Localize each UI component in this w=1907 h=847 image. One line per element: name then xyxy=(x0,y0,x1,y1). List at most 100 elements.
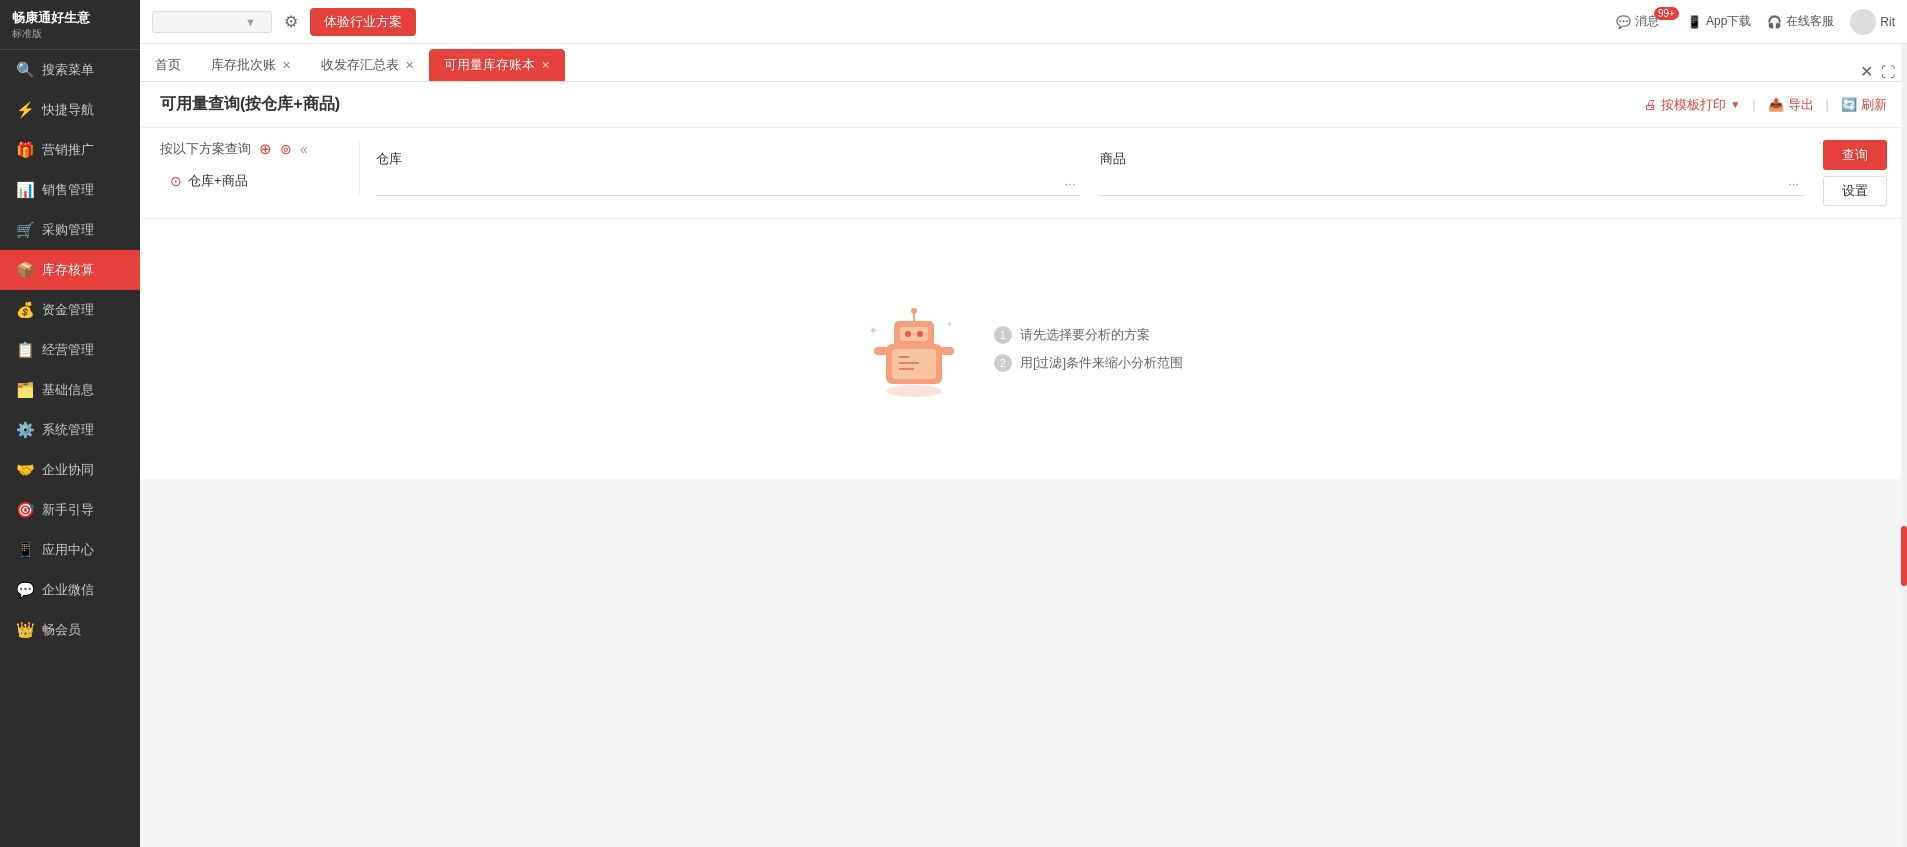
sidebar-label-appstore: 应用中心 xyxy=(42,541,94,559)
sidebar-item-system[interactable]: ⚙️ 系统管理 xyxy=(0,410,140,450)
print-icon: 🖨 xyxy=(1644,97,1657,112)
product-more-icon[interactable]: ··· xyxy=(1784,176,1803,191)
print-label: 按模板打印 xyxy=(1661,96,1726,114)
sidebar-label-basic: 基础信息 xyxy=(42,381,94,399)
tabs-resize-icon[interactable]: ⛶ xyxy=(1881,64,1895,80)
tab-receive_summary[interactable]: 收发存汇总表 ✕ xyxy=(306,49,429,81)
sidebar-label-marketing: 营销推广 xyxy=(42,141,94,159)
sidebar-item-enterprise[interactable]: 🤝 企业协同 xyxy=(0,450,140,490)
sidebar-item-guide[interactable]: 🎯 新手引导 xyxy=(0,490,140,530)
topbar-gear-icon[interactable]: ⚙ xyxy=(280,8,302,35)
svg-rect-13 xyxy=(940,347,954,355)
collapse-filter-icon[interactable]: « xyxy=(300,141,308,157)
sidebar-item-member[interactable]: 👑 畅会员 xyxy=(0,610,140,650)
sidebar-item-search[interactable]: 🔍 搜索菜单 xyxy=(0,50,140,90)
sidebar-item-inventory[interactable]: 📦 库存核算 xyxy=(0,250,140,290)
topbar-trial-button[interactable]: 体验行业方案 xyxy=(310,8,416,36)
topbar-service-label: 在线客服 xyxy=(1786,13,1834,30)
right-scrollbar[interactable] xyxy=(1901,44,1907,847)
sidebar-label-operation: 经营管理 xyxy=(42,341,94,359)
sidebar-label-purchase: 采购管理 xyxy=(42,221,94,239)
sidebar-item-purchase[interactable]: 🛒 采购管理 xyxy=(0,210,140,250)
sidebar-item-wechat[interactable]: 💬 企业微信 xyxy=(0,570,140,610)
filter-scheme-title: 按以下方案查询 ⊕ ⊚ « xyxy=(160,140,343,158)
sidebar-label-guide: 新手引导 xyxy=(42,501,94,519)
sidebar-logo: 畅康通好生意 标准版 xyxy=(0,0,140,50)
sidebar-item-shortcut[interactable]: ⚡ 快捷导航 xyxy=(0,90,140,130)
sidebar-label-shortcut: 快捷导航 xyxy=(42,101,94,119)
settings-scheme-icon[interactable]: ⊚ xyxy=(280,141,292,157)
refresh-button[interactable]: 🔄 刷新 xyxy=(1841,96,1887,114)
print-button[interactable]: 🖨 按模板打印 ▼ xyxy=(1644,96,1740,114)
topbar: ▼ ⚙ 体验行业方案 💬 消息 99+ 📱 App下载 🎧 在线客服 Rit xyxy=(140,0,1907,44)
tab-batch_ledger[interactable]: 库存批次账✕ xyxy=(196,49,306,81)
tab-close-receive_summary[interactable]: ✕ xyxy=(405,59,414,72)
empty-tip-1: 1 请先选择要分析的方案 xyxy=(994,326,1183,344)
sidebar-icon-guide: 🎯 xyxy=(16,501,34,519)
sidebar: 畅康通好生意 标准版 🔍 搜索菜单 ⚡ 快捷导航 🎁 营销推广 📊 销售管理 🛒… xyxy=(0,0,140,847)
sidebar-item-appstore[interactable]: 📱 应用中心 xyxy=(0,530,140,570)
export-button[interactable]: 📤 导出 xyxy=(1768,96,1814,114)
tab-home[interactable]: 首页 xyxy=(140,49,196,81)
warehouse-more-icon[interactable]: ··· xyxy=(1061,176,1080,191)
query-button[interactable]: 查询 xyxy=(1823,140,1887,170)
topbar-search-box[interactable]: ▼ xyxy=(152,11,272,33)
print-dropdown-icon[interactable]: ▼ xyxy=(1730,99,1740,110)
tab-close-available_ledger[interactable]: ✕ xyxy=(541,59,550,72)
filter-field-product: 商品 ··· xyxy=(1100,150,1804,196)
topbar-app-download-btn[interactable]: 📱 App下载 xyxy=(1687,13,1751,30)
topbar-user-btn[interactable]: Rit xyxy=(1850,9,1895,35)
topbar-message-btn[interactable]: 💬 消息 99+ xyxy=(1616,13,1671,30)
empty-tips: 1 请先选择要分析的方案 2 用[过滤]条件来缩小分析范围 xyxy=(994,326,1183,372)
page-title: 可用量查询(按仓库+商品) xyxy=(160,94,340,115)
scrollbar-thumb[interactable] xyxy=(1901,526,1907,586)
svg-rect-12 xyxy=(874,347,888,355)
close-all-tabs-icon[interactable]: ✕ xyxy=(1860,62,1873,81)
product-field-label: 商品 xyxy=(1100,150,1804,168)
tab-label-receive_summary: 收发存汇总表 xyxy=(321,56,399,74)
sidebar-item-finance[interactable]: 💰 资金管理 xyxy=(0,290,140,330)
topbar-search-dropdown-icon[interactable]: ▼ xyxy=(245,16,256,28)
page-header: 可用量查询(按仓库+商品) 🖨 按模板打印 ▼ | 📤 导出 | 🔄 刷新 xyxy=(140,82,1907,128)
sidebar-item-sales[interactable]: 📊 销售管理 xyxy=(0,170,140,210)
tabs-close-area: ✕ ⛶ xyxy=(1848,62,1907,81)
settings-button[interactable]: 设置 xyxy=(1823,176,1887,206)
sidebar-label-wechat: 企业微信 xyxy=(42,581,94,599)
filter-field-warehouse: 仓库 ··· xyxy=(376,150,1080,196)
headset-icon: 🎧 xyxy=(1767,15,1782,29)
warehouse-field-label: 仓库 xyxy=(376,150,1080,168)
empty-state: ✦ ✦ 1 请先选择要分析的方案 2 用[过滤]条件来缩小分析范围 xyxy=(140,219,1907,479)
tab-available_ledger[interactable]: 可用量库存账本 ✕ xyxy=(429,49,565,81)
tab-label-available_ledger: 可用量库存账本 xyxy=(444,56,535,74)
sidebar-icon-marketing: 🎁 xyxy=(16,141,34,159)
filter-action-buttons: 查询 设置 xyxy=(1823,140,1887,206)
tab-close-batch_ledger[interactable]: ✕ xyxy=(282,59,291,72)
refresh-icon: 🔄 xyxy=(1841,97,1857,112)
empty-tip-1-text: 请先选择要分析的方案 xyxy=(1020,326,1150,344)
product-input[interactable] xyxy=(1100,172,1785,195)
topbar-search-input[interactable] xyxy=(161,15,241,29)
filter-fields: 仓库 ··· 商品 ··· 查询 设置 xyxy=(376,140,1887,206)
sidebar-item-marketing[interactable]: 🎁 营销推广 xyxy=(0,130,140,170)
action-divider-1: | xyxy=(1752,97,1755,112)
sidebar-icon-shortcut: ⚡ xyxy=(16,101,34,119)
add-scheme-icon[interactable]: ⊕ xyxy=(259,140,272,158)
scheme-item-0[interactable]: ⊙ 仓库+商品 xyxy=(160,166,343,196)
action-divider-2: | xyxy=(1826,97,1829,112)
scheme-icon-0: ⊙ xyxy=(170,173,182,189)
scheme-label-0: 仓库+商品 xyxy=(188,172,248,190)
sidebar-label-search: 搜索菜单 xyxy=(42,61,94,79)
empty-tip-2-text: 用[过滤]条件来缩小分析范围 xyxy=(1020,354,1183,372)
tab-label-home: 首页 xyxy=(155,56,181,74)
export-label: 导出 xyxy=(1788,96,1814,114)
sidebar-logo-title: 畅康通好生意 xyxy=(12,10,128,27)
sidebar-item-basic[interactable]: 🗂️ 基础信息 xyxy=(0,370,140,410)
empty-robot-illustration: ✦ ✦ xyxy=(864,299,964,399)
svg-rect-7 xyxy=(900,327,928,341)
topbar-service-btn[interactable]: 🎧 在线客服 xyxy=(1767,13,1834,30)
sidebar-item-operation[interactable]: 📋 经营管理 xyxy=(0,330,140,370)
sidebar-label-inventory: 库存核算 xyxy=(42,261,94,279)
filter-area: 按以下方案查询 ⊕ ⊚ « ⊙ 仓库+商品 仓库 ··· 商品 xyxy=(140,128,1907,219)
svg-point-9 xyxy=(917,331,923,337)
warehouse-input[interactable] xyxy=(376,172,1061,195)
